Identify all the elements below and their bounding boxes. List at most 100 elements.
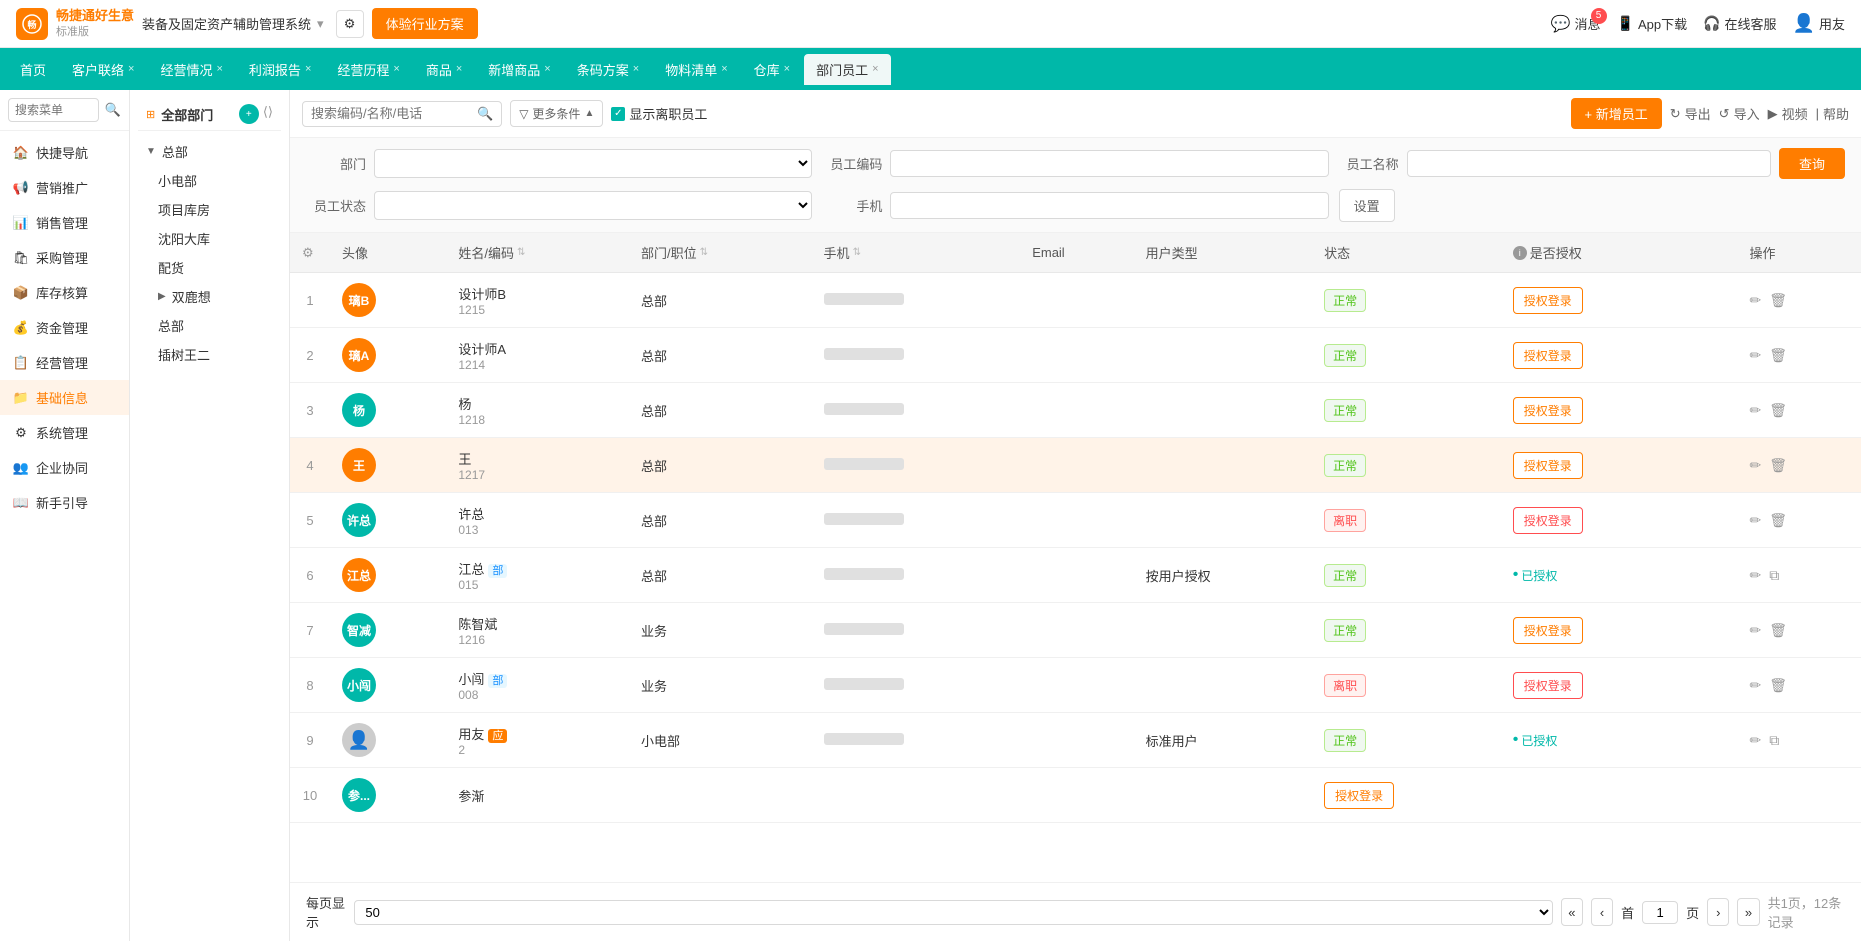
status-select[interactable] <box>374 191 812 220</box>
col-phone[interactable]: 手机⇅ <box>812 233 1021 273</box>
delete-icon[interactable]: 🗑 <box>1769 402 1787 419</box>
tab-customer[interactable]: 客户联络× <box>60 54 146 85</box>
auth-button[interactable]: 授权登录 <box>1513 617 1583 644</box>
dept-select[interactable] <box>374 149 812 178</box>
sidebar-item-finance[interactable]: 💰 资金管理 <box>0 310 129 345</box>
edit-icon[interactable]: ✏ <box>1750 347 1762 364</box>
sidebar-item-system[interactable]: ⚙ 系统管理 <box>0 415 129 450</box>
tree-item-project[interactable]: 项目库房 <box>138 195 281 224</box>
sidebar-item-purchase[interactable]: 🛍 采购管理 <box>0 240 129 275</box>
next-page-button[interactable]: › <box>1707 898 1729 926</box>
search-input[interactable] <box>311 106 471 121</box>
tab-warehouse[interactable]: 仓库× <box>742 54 802 85</box>
tab-home[interactable]: 首页 <box>8 54 58 85</box>
sidebar-item-collab[interactable]: 👥 企业协同 <box>0 450 129 485</box>
show-resigned-toggle[interactable]: ✓ 显示离职员工 <box>611 104 707 123</box>
page-size-select[interactable]: 50 100 200 <box>354 900 1552 925</box>
tab-department[interactable]: 部门员工× <box>804 54 890 85</box>
sidebar-item-inventory[interactable]: 📦 库存核算 <box>0 275 129 310</box>
auth-button[interactable]: 授权登录 <box>1513 507 1583 534</box>
edit-icon[interactable]: ✏ <box>1750 732 1762 749</box>
edit-icon[interactable]: ✏ <box>1750 567 1762 584</box>
sidebar-search-input[interactable] <box>8 98 99 122</box>
tab-goods[interactable]: 商品× <box>414 54 474 85</box>
setting-button[interactable]: 设置 <box>1339 189 1395 222</box>
prev-page-button[interactable]: ‹ <box>1591 898 1613 926</box>
tree-item-cargo[interactable]: 配货 <box>138 253 281 282</box>
close-icon[interactable]: × <box>128 63 134 75</box>
close-icon[interactable]: × <box>633 63 639 75</box>
close-icon[interactable]: × <box>784 63 790 75</box>
delete-icon[interactable]: 🗑 <box>1769 292 1787 309</box>
sidebar-item-quick-nav[interactable]: 🏠 快捷导航 <box>0 135 129 170</box>
delete-icon[interactable]: 🗑 <box>1769 457 1787 474</box>
edit-icon[interactable]: ✏ <box>1750 622 1762 639</box>
auth-button[interactable]: 授权登录 <box>1513 452 1583 479</box>
tab-material[interactable]: 物料清单× <box>653 54 739 85</box>
tree-collapse-icon[interactable]: ⟨⟩ <box>263 104 273 124</box>
col-name[interactable]: 姓名/编码⇅ <box>446 233 629 273</box>
auth-button[interactable]: 授权登录 <box>1513 287 1583 314</box>
first-page-button[interactable]: « <box>1561 898 1583 926</box>
page-input[interactable] <box>1642 901 1678 924</box>
more-conditions-button[interactable]: ▽ 更多条件 ▲ <box>510 100 603 127</box>
tab-barcode[interactable]: 条码方案× <box>565 54 651 85</box>
auth-button[interactable]: 授权登录 <box>1324 782 1394 809</box>
app-download-button[interactable]: 📱 App下载 <box>1617 14 1688 33</box>
import-button[interactable]: ↺ 导入 <box>1719 104 1760 123</box>
close-icon[interactable]: × <box>721 63 727 75</box>
sidebar-item-basic-info[interactable]: 📁 基础信息 <box>0 380 129 415</box>
close-icon[interactable]: × <box>456 63 462 75</box>
close-icon[interactable]: × <box>216 63 222 75</box>
help-button[interactable]: | 帮助 <box>1816 104 1849 123</box>
message-button[interactable]: 💬 消息 5 <box>1551 14 1601 34</box>
auth-button[interactable]: 授权登录 <box>1513 342 1583 369</box>
edit-icon[interactable]: ✏ <box>1750 402 1762 419</box>
employee-code-input[interactable] <box>890 150 1328 177</box>
tab-operations[interactable]: 经营情况× <box>148 54 234 85</box>
search-button[interactable]: 查询 <box>1779 148 1845 179</box>
col-settings[interactable]: ⚙ <box>290 233 330 273</box>
sidebar-item-marketing[interactable]: 📢 营销推广 <box>0 170 129 205</box>
copy-icon[interactable]: ⧉ <box>1769 567 1779 584</box>
auth-button[interactable]: 授权登录 <box>1513 672 1583 699</box>
close-icon[interactable]: × <box>544 63 550 75</box>
edit-icon[interactable]: ✏ <box>1750 512 1762 529</box>
sidebar-item-guide[interactable]: 📖 新手引导 <box>0 485 129 520</box>
tree-item-chushu[interactable]: 插树王二 <box>138 340 281 369</box>
col-dept[interactable]: 部门/职位⇅ <box>629 233 812 273</box>
sidebar-item-sales[interactable]: 📊 销售管理 <box>0 205 129 240</box>
close-icon[interactable]: × <box>872 63 878 75</box>
tree-item-shenyang[interactable]: 沈阳大库 <box>138 224 281 253</box>
tree-item-shuanglu[interactable]: ▶ 双鹿想 <box>138 282 281 311</box>
edit-icon[interactable]: ✏ <box>1750 457 1762 474</box>
phone-input[interactable] <box>890 192 1328 219</box>
tab-history[interactable]: 经营历程× <box>325 54 411 85</box>
trial-button[interactable]: 体验行业方案 <box>372 8 478 39</box>
tree-item-hq-sub[interactable]: 总部 <box>138 311 281 340</box>
employee-name-input[interactable] <box>1407 150 1771 177</box>
tree-add-icon[interactable]: + <box>239 104 259 124</box>
sidebar-item-management[interactable]: 📋 经营管理 <box>0 345 129 380</box>
add-employee-button[interactable]: + 新增员工 <box>1571 98 1662 129</box>
edit-icon[interactable]: ✏ <box>1750 677 1762 694</box>
export-button[interactable]: ↻ 导出 <box>1670 104 1711 123</box>
delete-icon[interactable]: 🗑 <box>1769 622 1787 639</box>
tree-item-xiaodibu[interactable]: 小电部 <box>138 166 281 195</box>
online-service-button[interactable]: 🎧 在线客服 <box>1703 14 1776 33</box>
delete-icon[interactable]: 🗑 <box>1769 347 1787 364</box>
tree-item-general-hq[interactable]: ▼ 总部 <box>138 137 281 166</box>
tab-profit[interactable]: 利润报告× <box>237 54 323 85</box>
delete-icon[interactable]: 🗑 <box>1769 677 1787 694</box>
edit-icon[interactable]: ✏ <box>1750 292 1762 309</box>
close-icon[interactable]: × <box>393 63 399 75</box>
user-menu[interactable]: 👤 用友 <box>1793 13 1845 34</box>
close-icon[interactable]: × <box>305 63 311 75</box>
gear-icon[interactable]: ⚙ <box>302 245 314 260</box>
last-page-button[interactable]: » <box>1737 898 1759 926</box>
delete-icon[interactable]: 🗑 <box>1769 512 1787 529</box>
settings-icon[interactable]: ⚙ <box>336 10 364 38</box>
auth-button[interactable]: 授权登录 <box>1513 397 1583 424</box>
copy-icon[interactable]: ⧉ <box>1769 732 1779 749</box>
tab-add-goods[interactable]: 新增商品× <box>476 54 562 85</box>
